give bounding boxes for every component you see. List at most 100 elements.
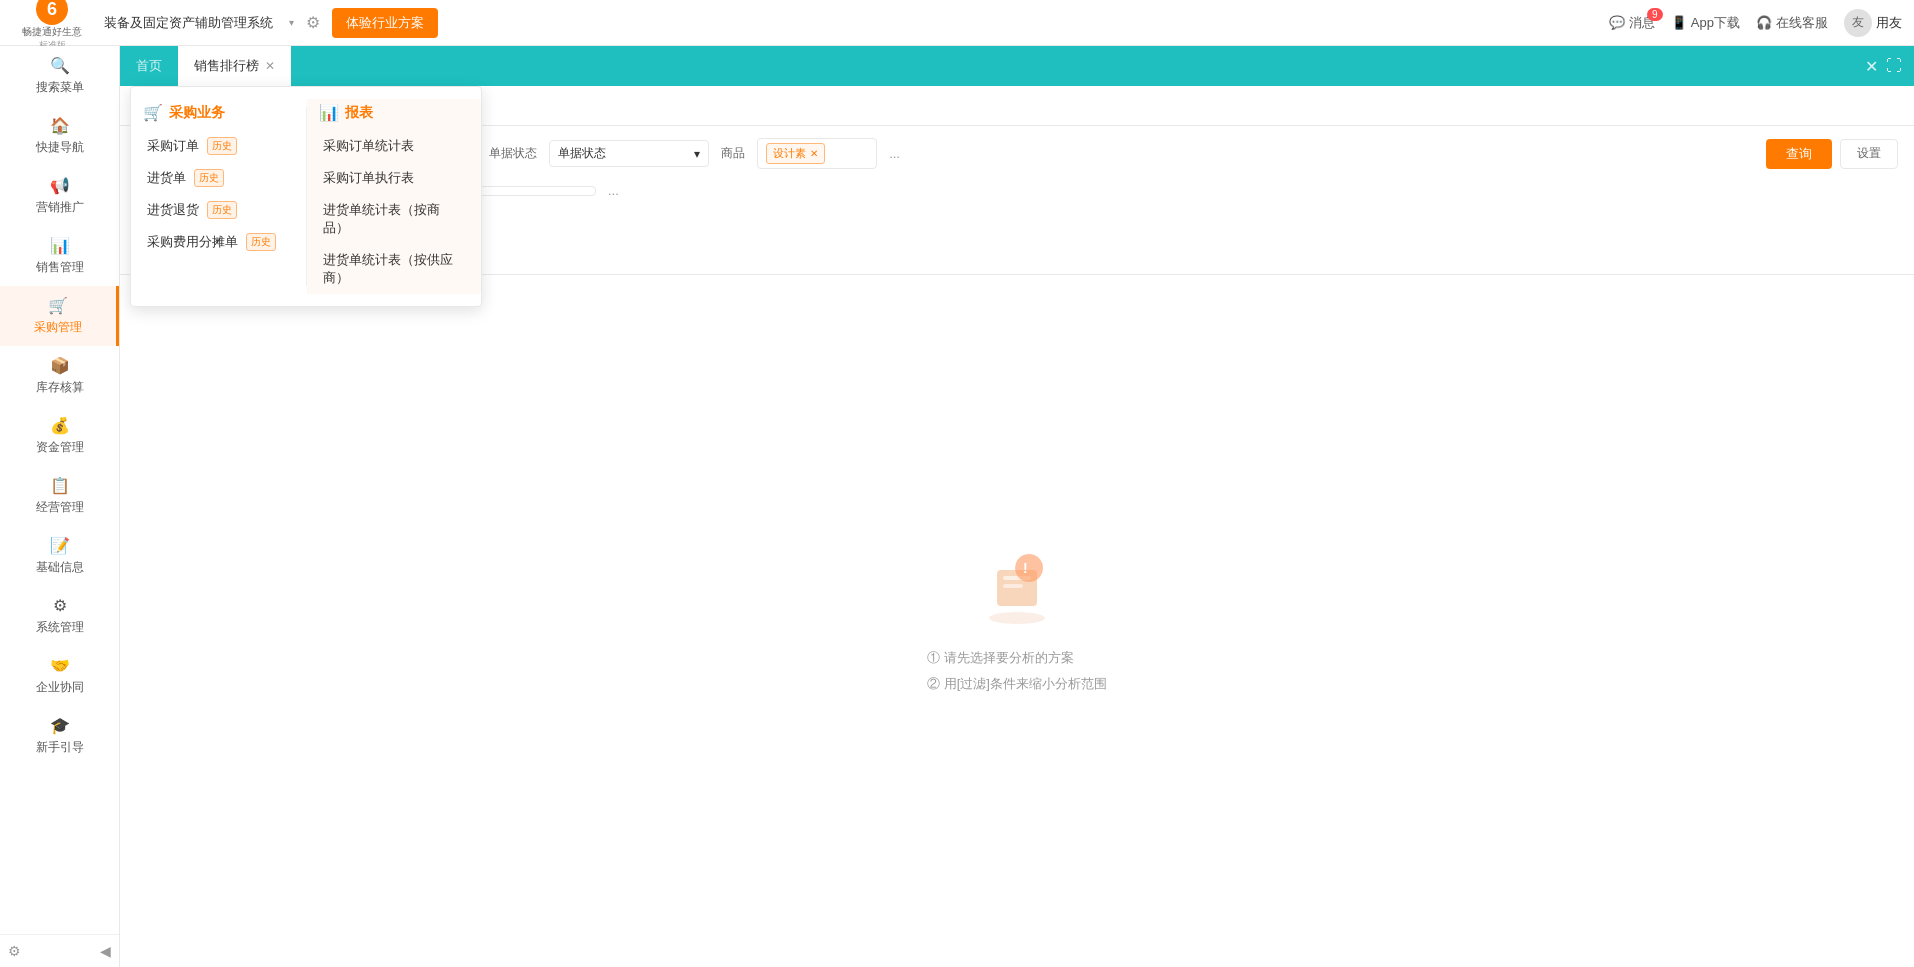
sidebar-item-operation[interactable]: 📋 经营管理 <box>0 466 119 526</box>
purchase-icon: 🛒 <box>48 296 68 315</box>
menu-item-inbound-stats-supplier[interactable]: 进货单统计表（按供应商） <box>319 244 470 294</box>
history-badge-1: 历史 <box>194 169 224 187</box>
sales-icon: 📊 <box>50 236 70 255</box>
sidebar-item-guide[interactable]: 🎓 新手引导 <box>0 706 119 766</box>
sidebar-item-inventory[interactable]: 📦 库存核算 <box>0 346 119 406</box>
sidebar-bottom: ⚙ ◀ <box>0 934 119 967</box>
menu-item-expense[interactable]: 采购费用分摊单 历史 <box>143 226 294 258</box>
menu-item-return-label: 进货退货 <box>147 201 199 219</box>
empty-tip-1: 请先选择要分析的方案 <box>927 645 1107 671</box>
menu-item-inbound[interactable]: 进货单 历史 <box>143 162 294 194</box>
empty-illustration: ! <box>977 546 1057 629</box>
top-bar-left: 6 畅捷通好生意 标准版 装备及固定资产辅助管理系统 ▾ ⚙ 体验行业方案 <box>12 0 438 52</box>
logo-text: 畅捷通好生意 <box>22 25 82 39</box>
tab-expand-icon[interactable]: ⛶ <box>1886 57 1902 75</box>
history-badge-3: 历史 <box>246 233 276 251</box>
system-dropdown-arrow[interactable]: ▾ <box>289 17 294 28</box>
tab-bar-actions: ✕ ⛶ <box>1865 57 1914 76</box>
message-badge: 9 <box>1647 8 1663 21</box>
menu-item-inbound-stats-supplier-label: 进货单统计表（按供应商） <box>323 251 466 287</box>
user-item[interactable]: 友 用友 <box>1844 9 1902 37</box>
goods-label: 商品 <box>721 145 745 162</box>
menu-item-inbound-stats-goods[interactable]: 进货单统计表（按商品） <box>319 194 470 244</box>
basic-icon: 📝 <box>50 536 70 555</box>
tab-sales-rank[interactable]: 销售排行榜 ✕ <box>178 46 291 86</box>
system-title: 装备及固定资产辅助管理系统 <box>104 14 273 32</box>
menu-item-inbound-label: 进货单 <box>147 169 186 187</box>
svg-point-4 <box>1015 554 1043 582</box>
tab-home[interactable]: 首页 <box>120 46 178 86</box>
sidebar-item-search[interactable]: 🔍 搜索菜单 <box>0 46 119 106</box>
action-buttons: 查询 设置 <box>1766 139 1898 169</box>
sidebar-item-system[interactable]: ⚙ 系统管理 <box>0 586 119 646</box>
message-icon: 💬 <box>1609 15 1625 30</box>
marketing-icon: 📢 <box>50 176 70 195</box>
app-download-item[interactable]: 📱 App下载 <box>1671 14 1740 32</box>
tab-close-all-icon[interactable]: ✕ <box>1865 57 1878 76</box>
salesman-dots[interactable]: ... <box>608 183 619 198</box>
menu-item-inbound-stats-goods-label: 进货单统计表（按商品） <box>323 201 466 237</box>
enterprise-icon: 🤝 <box>50 656 70 675</box>
query-btn[interactable]: 查询 <box>1766 139 1832 169</box>
goods-dots[interactable]: ... <box>889 146 900 161</box>
online-service-item[interactable]: 🎧 在线客服 <box>1756 14 1828 32</box>
settings-icon[interactable]: ⚙ <box>306 13 320 32</box>
system-icon: ⚙ <box>53 596 67 615</box>
history-badge-2: 历史 <box>207 201 237 219</box>
sidebar-item-capital[interactable]: 💰 资金管理 <box>0 406 119 466</box>
purchase-menu-header-label: 采购业务 <box>169 104 225 122</box>
sidebar-item-enterprise-label: 企业协同 <box>36 679 84 696</box>
menu-item-order-stats-label: 采购订单统计表 <box>323 137 414 155</box>
message-item[interactable]: 💬 消息 9 <box>1609 14 1655 32</box>
goods-tag-close[interactable]: ✕ <box>810 148 818 159</box>
tab-bar: 首页 销售排行榜 ✕ ✕ ⛶ <box>120 46 1914 86</box>
menu-col-purchase-header: 🛒 采购业务 <box>143 99 294 130</box>
menu-item-purchase-order-label: 采购订单 <box>147 137 199 155</box>
tab-close-icon[interactable]: ✕ <box>265 59 275 73</box>
menu-col-report: 📊 报表 采购订单统计表 采购订单执行表 进货单统计表（按商品） 进货单统计表（… <box>307 99 482 294</box>
sidebar-item-enterprise[interactable]: 🤝 企业协同 <box>0 646 119 706</box>
menu-item-purchase-order[interactable]: 采购订单 历史 <box>143 130 294 162</box>
sidebar-item-basic[interactable]: 📝 基础信息 <box>0 526 119 586</box>
menu-item-order-exec[interactable]: 采购订单执行表 <box>319 162 470 194</box>
sidebar-item-purchase[interactable]: 🛒 采购管理 <box>0 286 119 346</box>
menu-col-report-header: 📊 报表 <box>319 99 470 130</box>
sidebar-item-capital-label: 资金管理 <box>36 439 84 456</box>
top-bar: 6 畅捷通好生意 标准版 装备及固定资产辅助管理系统 ▾ ⚙ 体验行业方案 💬 … <box>0 0 1914 46</box>
avatar-text: 友 <box>1852 14 1864 31</box>
sidebar-item-guide-label: 新手引导 <box>36 739 84 756</box>
report-menu-icon: 📊 <box>319 103 339 122</box>
phone-icon: 📱 <box>1671 15 1687 30</box>
app-download-label: App下载 <box>1691 14 1740 32</box>
sidebar-item-sales[interactable]: 📊 销售管理 <box>0 226 119 286</box>
industry-btn[interactable]: 体验行业方案 <box>332 8 438 38</box>
sidebar-collapse-btn[interactable]: ◀ <box>100 943 111 959</box>
status-select[interactable]: 单据状态 ▾ <box>549 140 709 167</box>
sidebar-item-operation-label: 经营管理 <box>36 499 84 516</box>
history-badge-0: 历史 <box>207 137 237 155</box>
sidebar-item-basic-label: 基础信息 <box>36 559 84 576</box>
menu-item-order-exec-label: 采购订单执行表 <box>323 169 414 187</box>
sidebar-item-quick-nav[interactable]: 🏠 快捷导航 <box>0 106 119 166</box>
svg-point-0 <box>989 612 1045 624</box>
menu-item-return[interactable]: 进货退货 历史 <box>143 194 294 226</box>
menu-item-expense-label: 采购费用分摊单 <box>147 233 238 251</box>
tab-sales-rank-label: 销售排行榜 <box>194 57 259 75</box>
sidebar-item-marketing[interactable]: 📢 营销推广 <box>0 166 119 226</box>
set-btn[interactable]: 设置 <box>1840 139 1898 169</box>
logo-area: 6 畅捷通好生意 标准版 <box>12 0 92 52</box>
inventory-icon: 📦 <box>50 356 70 375</box>
menu-item-order-stats[interactable]: 采购订单统计表 <box>319 130 470 162</box>
sidebar-settings-btn[interactable]: ⚙ <box>8 943 21 959</box>
home-icon: 🏠 <box>50 116 70 135</box>
headset-icon: 🎧 <box>1756 15 1772 30</box>
sidebar-item-sales-label: 销售管理 <box>36 259 84 276</box>
guide-icon: 🎓 <box>50 716 70 735</box>
sidebar-item-system-label: 系统管理 <box>36 619 84 636</box>
svg-text:!: ! <box>1023 560 1028 576</box>
dropdown-menu: 🛒 采购业务 采购订单 历史 进货单 历史 进货退货 历史 采购费用分摊单 历史… <box>130 86 482 307</box>
goods-input[interactable]: 设计素 ✕ <box>757 138 877 169</box>
user-label: 用友 <box>1876 14 1902 32</box>
purchase-menu-icon: 🛒 <box>143 103 163 122</box>
sidebar: 🔍 搜索菜单 🏠 快捷导航 📢 营销推广 📊 销售管理 🛒 采购管理 📦 <box>0 46 120 967</box>
